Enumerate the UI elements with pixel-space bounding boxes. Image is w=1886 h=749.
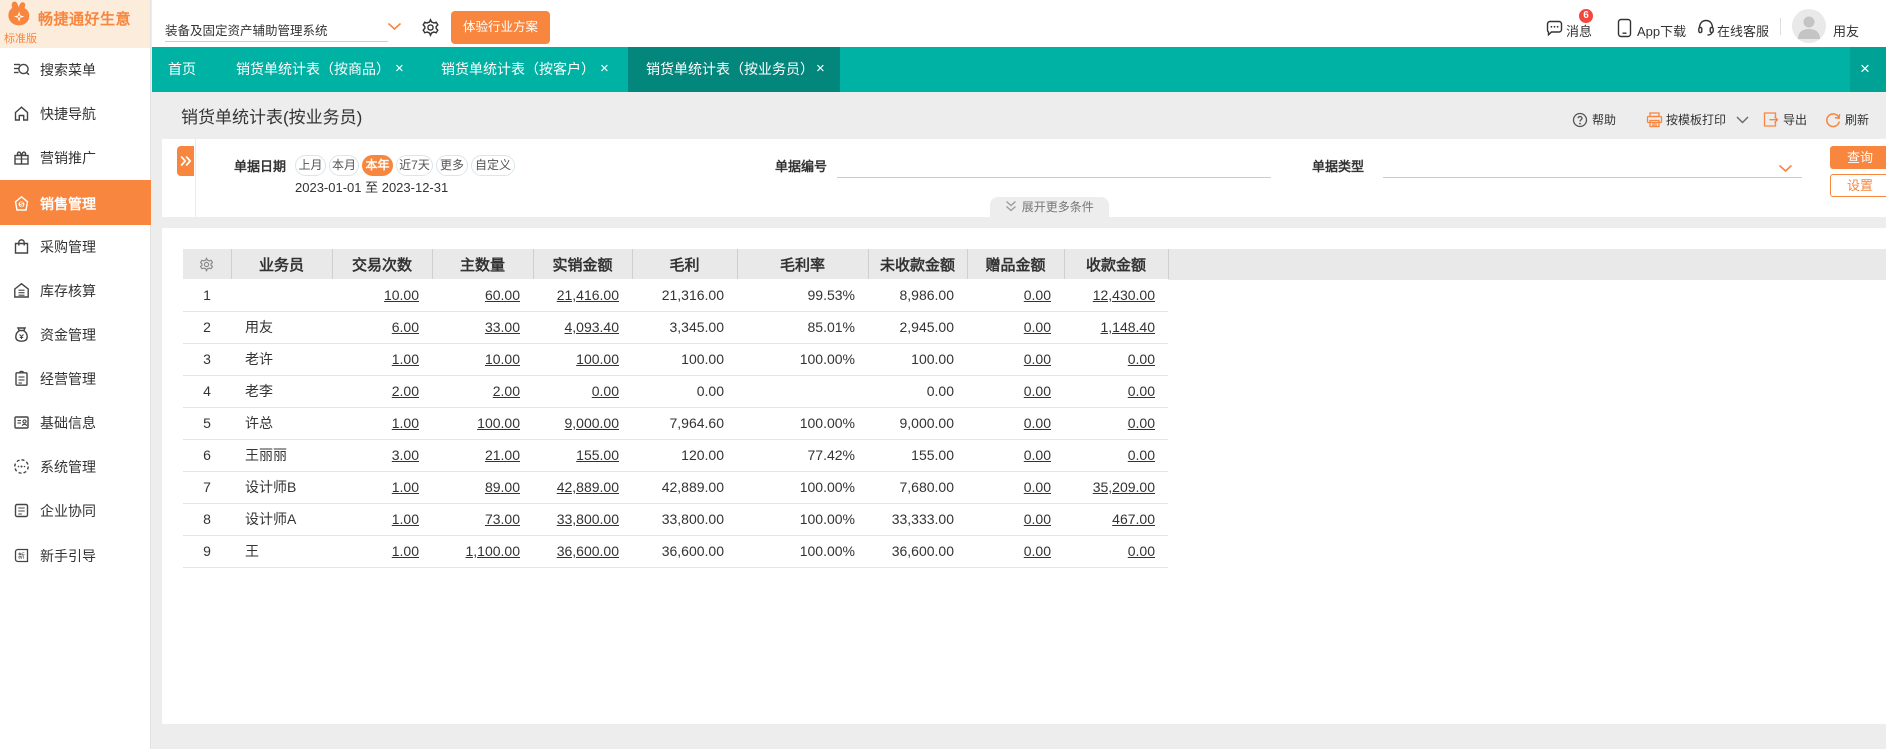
svg-text:新: 新 [18,551,25,560]
